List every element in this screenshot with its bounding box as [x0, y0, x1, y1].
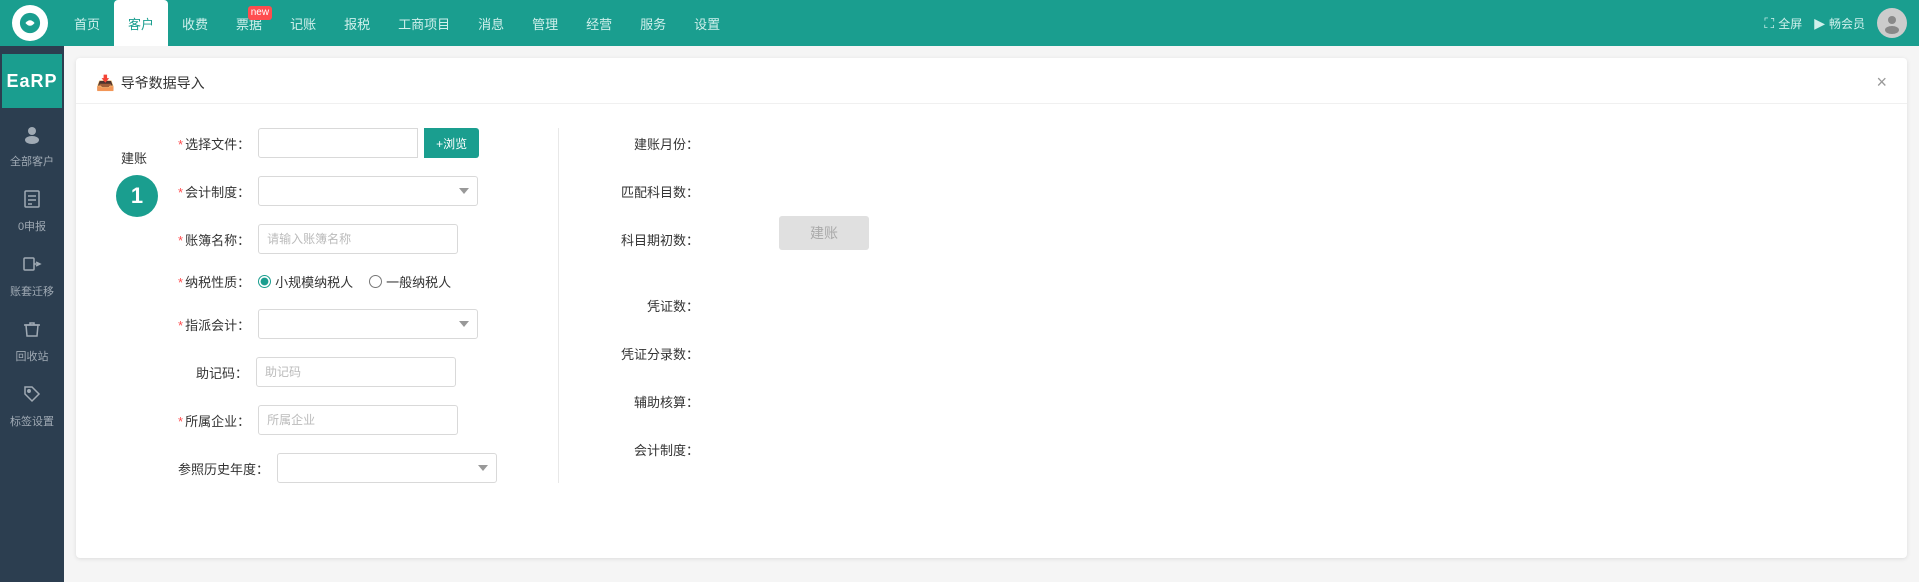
assign-accountant-select[interactable]: [258, 309, 478, 339]
nav-items: 首页 客户 收费 票据 new 记账 报税 工商项目 消息 管理 经营 服务 设…: [60, 0, 1764, 46]
new-badge: new: [248, 6, 272, 20]
info-accounting-system-row: 会计制度：: [619, 434, 859, 464]
sidebar-item-tag-settings[interactable]: 标签设置: [0, 374, 64, 439]
form-fields: *选择文件： +浏览 *会计制度：: [178, 128, 538, 483]
nav-customer[interactable]: 客户: [114, 0, 168, 46]
subjects-initial-label: 科目期初数：: [619, 230, 699, 249]
jianzhang-month-label: 建账月份：: [619, 134, 699, 153]
assign-accountant-label: *指派会计：: [178, 315, 250, 334]
ledger-name-row: *账簿名称：: [178, 224, 538, 254]
memo-code-row: 助记码：: [178, 357, 538, 387]
voucher-records-label: 凭证分录数：: [619, 344, 699, 363]
sidebar-logo: EaRP: [2, 54, 62, 108]
file-select-label: *选择文件：: [178, 134, 250, 153]
sidebar: EaRP 全部客户 0申报: [0, 46, 64, 582]
nav-fee[interactable]: 收费: [168, 0, 222, 46]
tax-nature-label: *纳税性质：: [178, 272, 250, 291]
ledger-name-input[interactable]: [258, 224, 458, 254]
step-label: 建账: [121, 148, 147, 167]
accounting-system-select[interactable]: [258, 176, 478, 206]
nav-operation[interactable]: 经营: [572, 0, 626, 46]
browse-button[interactable]: +浏览: [424, 128, 479, 158]
layout: EaRP 全部客户 0申报: [0, 46, 1919, 582]
nav-manage[interactable]: 管理: [518, 0, 572, 46]
info-panel: 建账月份： 匹配科目数： 科目期初数： 建账: [579, 128, 859, 483]
aux-accounting-label: 辅助核算：: [619, 392, 699, 411]
nav-right: ⛶ 全屏 ▶ 畅会员: [1764, 8, 1907, 38]
file-input-group: +浏览: [258, 128, 479, 158]
history-year-row: 参照历史年度：: [178, 453, 538, 483]
user-icon: [22, 124, 42, 149]
match-subjects-row: 匹配科目数：: [619, 176, 859, 206]
logo[interactable]: [12, 5, 48, 41]
voucher-count-row: 凭证数：: [619, 290, 859, 320]
avatar[interactable]: [1877, 8, 1907, 38]
sidebar-item-all-customers[interactable]: 全部客户: [0, 114, 64, 179]
belong-company-row: *所属企业：: [178, 405, 538, 435]
sidebar-item-migration[interactable]: 账套迁移: [0, 244, 64, 309]
nav-settings[interactable]: 设置: [680, 0, 734, 46]
fullscreen-icon: ⛶: [1764, 15, 1774, 32]
accounting-system-row: *会计制度：: [178, 176, 538, 206]
import-icon: 📥: [96, 74, 115, 92]
form-area: 建账 1 *选择文件： +浏览: [76, 104, 1907, 507]
member-btn[interactable]: ▶ 畅会员: [1814, 15, 1865, 32]
sidebar-item-zero-declaration[interactable]: 0申报: [0, 179, 64, 244]
fullscreen-btn[interactable]: ⛶ 全屏: [1764, 15, 1802, 32]
small-taxpayer-radio[interactable]: [258, 275, 271, 288]
general-taxpayer-option[interactable]: 一般纳税人: [369, 272, 451, 291]
vertical-divider: [558, 128, 559, 483]
voucher-count-label: 凭证数：: [619, 296, 699, 315]
top-nav: 首页 客户 收费 票据 new 记账 报税 工商项目 消息 管理 经营 服务 设…: [0, 0, 1919, 46]
memo-code-label: 助记码：: [178, 363, 248, 382]
jianzhang-button[interactable]: 建账: [779, 216, 869, 250]
dialog-title: 📥 导爷数据导入: [96, 73, 205, 93]
file-select-row: *选择文件： +浏览: [178, 128, 538, 158]
trash-icon: [22, 319, 42, 344]
nav-invoice[interactable]: 票据 new: [222, 0, 276, 46]
belong-company-label: *所属企业：: [178, 411, 250, 430]
nav-service[interactable]: 服务: [626, 0, 680, 46]
nav-home[interactable]: 首页: [60, 0, 114, 46]
info-accounting-system-label: 会计制度：: [619, 440, 699, 459]
tag-icon: [22, 384, 42, 409]
main-content: 📥 导爷数据导入 × 建账 1: [64, 46, 1919, 582]
nav-bookkeeping[interactable]: 记账: [276, 0, 330, 46]
history-year-select[interactable]: [277, 453, 497, 483]
tax-nature-row: *纳税性质： 小规模纳税人 一般纳税人: [178, 272, 538, 291]
match-subjects-label: 匹配科目数：: [619, 182, 699, 201]
belong-company-input[interactable]: [258, 405, 458, 435]
dialog-header: 📥 导爷数据导入 ×: [76, 58, 1907, 104]
nav-message[interactable]: 消息: [464, 0, 518, 46]
migrate-icon: [22, 254, 42, 279]
ledger-name-label: *账簿名称：: [178, 230, 250, 249]
form-left: 建账 1 *选择文件： +浏览: [116, 128, 538, 483]
nav-tax[interactable]: 报税: [330, 0, 384, 46]
voucher-records-row: 凭证分录数：: [619, 338, 859, 368]
dialog-card: 📥 导爷数据导入 × 建账 1: [76, 58, 1907, 558]
jianzhang-month-row: 建账月份：: [619, 128, 859, 158]
memo-code-input[interactable]: [256, 357, 456, 387]
declaration-icon: [22, 189, 42, 214]
general-taxpayer-radio[interactable]: [369, 275, 382, 288]
aux-accounting-row: 辅助核算：: [619, 386, 859, 416]
assign-accountant-row: *指派会计：: [178, 309, 538, 339]
accounting-system-label: *会计制度：: [178, 182, 250, 201]
file-input[interactable]: [258, 128, 418, 158]
close-button[interactable]: ×: [1876, 72, 1887, 93]
small-taxpayer-option[interactable]: 小规模纳税人: [258, 272, 353, 291]
history-year-label: 参照历史年度：: [178, 459, 269, 478]
nav-business[interactable]: 工商项目: [384, 0, 464, 46]
play-icon: ▶: [1814, 15, 1825, 32]
sidebar-item-recycle[interactable]: 回收站: [0, 309, 64, 374]
tax-nature-group: 小规模纳税人 一般纳税人: [258, 272, 451, 291]
step-circle: 1: [116, 175, 158, 217]
